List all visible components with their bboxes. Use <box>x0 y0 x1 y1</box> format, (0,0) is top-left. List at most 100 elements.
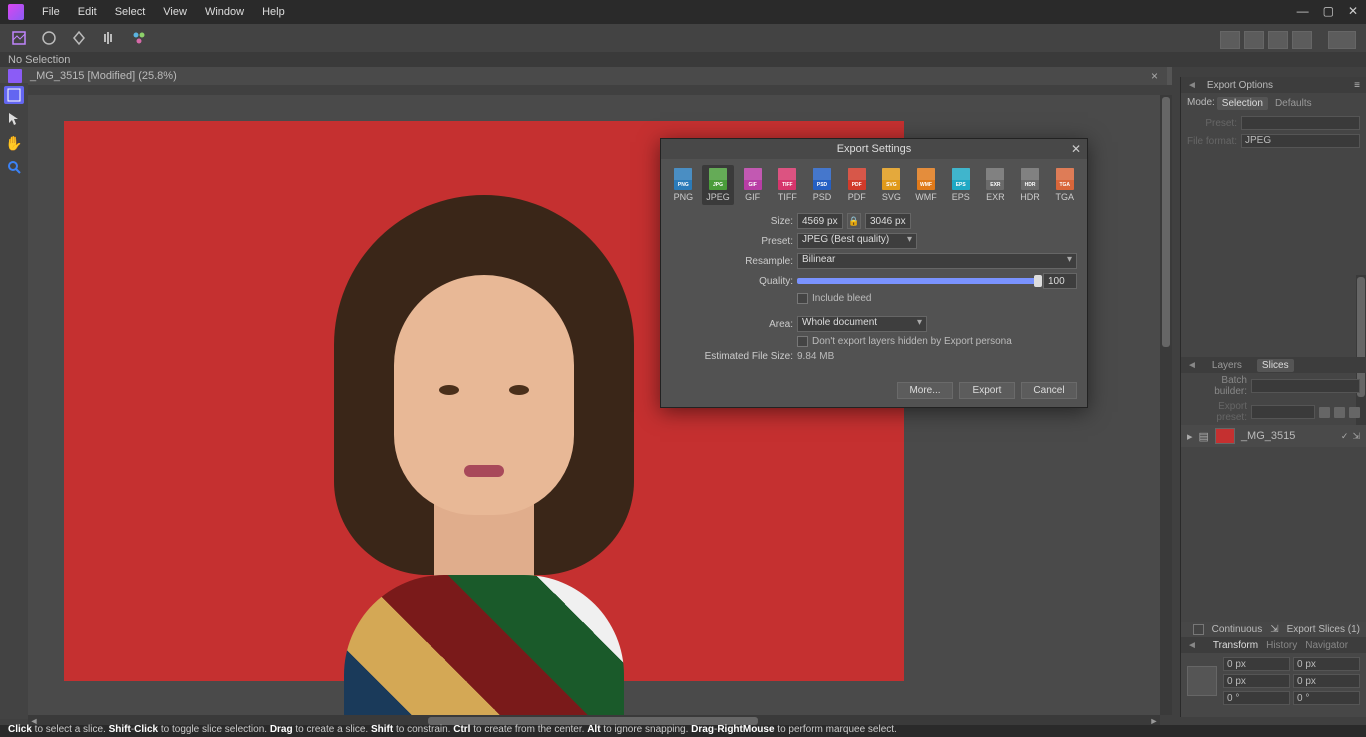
photo-persona-icon[interactable] <box>10 29 28 47</box>
preset-dropdown[interactable]: JPEG (Best quality) <box>797 233 917 249</box>
transform-y-input[interactable] <box>1293 657 1360 671</box>
format-pdf[interactable]: PDFPDF <box>840 165 873 205</box>
tone-map-persona-icon[interactable] <box>100 29 118 47</box>
export-one-icon[interactable]: ⇲ <box>1352 431 1360 442</box>
transform-s-input[interactable] <box>1293 691 1360 705</box>
transform-w-input[interactable] <box>1223 674 1290 688</box>
file-format-label: File format: <box>1187 136 1237 147</box>
export-button[interactable]: Export <box>959 382 1015 399</box>
chevron-left-icon[interactable]: ◄ <box>1187 80 1197 91</box>
format-hdr[interactable]: HDRHDR <box>1014 165 1047 205</box>
batch-builder-dropdown[interactable] <box>1251 379 1360 393</box>
right-panel: ◄ Export Options ≡ Mode: Selection Defau… <box>1180 77 1366 717</box>
menu-file[interactable]: File <box>42 6 60 18</box>
transform-r-input[interactable] <box>1223 691 1290 705</box>
zoom-tool-icon[interactable] <box>4 158 24 176</box>
slice-tool-icon[interactable] <box>4 86 24 104</box>
layers-tab[interactable]: Layers <box>1207 359 1247 372</box>
menu-window[interactable]: Window <box>205 6 244 18</box>
liquify-persona-icon[interactable] <box>40 29 58 47</box>
format-gif[interactable]: GIFGIF <box>736 165 769 205</box>
export-slices-icon: ⇲ <box>1270 624 1278 635</box>
preset-label: Preset: <box>671 236 793 247</box>
format-tiff-icon: TIFF <box>778 168 796 190</box>
slices-tab[interactable]: Slices <box>1257 359 1294 372</box>
format-svg[interactable]: SVGSVG <box>875 165 908 205</box>
slice-row[interactable]: ▸ ▤ _MG_3515 ✓ ⇲ <box>1181 425 1366 447</box>
format-jpeg[interactable]: JPGJPEG <box>702 165 735 205</box>
mode-tab-defaults[interactable]: Defaults <box>1270 97 1317 110</box>
move-tool-icon[interactable] <box>4 110 24 128</box>
export-persona-icon[interactable] <box>130 29 148 47</box>
copy-slice-icon[interactable] <box>1319 407 1330 418</box>
format-tiff[interactable]: TIFFTIFF <box>771 165 804 205</box>
lock-aspect-icon[interactable]: 🔒 <box>847 213 861 229</box>
size-width-input[interactable] <box>797 213 843 229</box>
menu-edit[interactable]: Edit <box>78 6 97 18</box>
chevron-left-icon[interactable]: ◄ <box>1187 360 1197 371</box>
mode-tab-selection[interactable]: Selection <box>1217 97 1268 110</box>
hand-tool-icon[interactable]: ✋ <box>4 134 24 152</box>
size-height-input[interactable] <box>865 213 911 229</box>
tick-icon[interactable]: ✓ <box>1341 431 1349 442</box>
format-wmf[interactable]: WMFWMF <box>910 165 943 205</box>
close-icon[interactable]: ✕ <box>1348 4 1358 18</box>
export-settings-dialog: Export Settings ✕ PNGPNGJPGJPEGGIFGIFTIF… <box>660 138 1088 408</box>
quality-value-input[interactable] <box>1043 273 1077 289</box>
area-dropdown[interactable]: Whole document <box>797 316 927 332</box>
preset-label: Preset: <box>1187 118 1237 129</box>
format-gif-icon: GIF <box>744 168 762 190</box>
expand-icon[interactable]: ▸ <box>1187 430 1193 443</box>
format-eps[interactable]: EPSEPS <box>944 165 977 205</box>
resample-dropdown[interactable]: Bilinear <box>797 253 1077 269</box>
cancel-button[interactable]: Cancel <box>1021 382 1077 399</box>
dialog-close-icon[interactable]: ✕ <box>1071 142 1081 156</box>
format-exr-icon: EXR <box>986 168 1004 190</box>
export-slices-button[interactable]: Export Slices (1) <box>1287 624 1360 635</box>
transform-h-input[interactable] <box>1293 674 1360 688</box>
continuous-label: Continuous <box>1212 624 1263 635</box>
format-label: SVG <box>882 192 901 202</box>
export-preset-dropdown[interactable] <box>1251 405 1315 419</box>
dont-export-hidden-checkbox[interactable] <box>797 336 808 347</box>
include-bleed-checkbox[interactable] <box>797 293 808 304</box>
quality-slider[interactable] <box>797 278 1039 284</box>
dialog-title: Export Settings <box>837 143 912 155</box>
export-options-header[interactable]: ◄ Export Options ≡ <box>1181 77 1366 93</box>
format-exr[interactable]: EXREXR <box>979 165 1012 205</box>
format-tga[interactable]: TGATGA <box>1048 165 1081 205</box>
vertical-scrollbar[interactable] <box>1160 95 1172 715</box>
maximize-icon[interactable]: ▢ <box>1323 4 1334 18</box>
delete-slice-icon[interactable] <box>1334 407 1345 418</box>
dialog-titlebar[interactable]: Export Settings ✕ <box>661 139 1087 159</box>
view-tile-icon[interactable] <box>1292 31 1312 49</box>
panel-menu-icon[interactable]: ≡ <box>1354 80 1360 91</box>
preset-dropdown[interactable] <box>1241 116 1360 130</box>
menu-help[interactable]: Help <box>262 6 285 18</box>
develop-persona-icon[interactable] <box>70 29 88 47</box>
est-filesize-label: Estimated File Size: <box>671 351 793 362</box>
anchor-selector[interactable] <box>1187 666 1217 696</box>
tab-history[interactable]: History <box>1266 640 1297 651</box>
format-psd[interactable]: PSDPSD <box>806 165 839 205</box>
slice-thumb <box>1215 428 1235 444</box>
export-slice-icon[interactable] <box>1349 407 1360 418</box>
menu-view[interactable]: View <box>163 6 187 18</box>
format-png[interactable]: PNGPNG <box>667 165 700 205</box>
view-2up-icon[interactable] <box>1244 31 1264 49</box>
tab-navigator[interactable]: Navigator <box>1305 640 1348 651</box>
tab-splitter-handle[interactable] <box>1167 67 1172 85</box>
transform-x-input[interactable] <box>1223 657 1290 671</box>
view-4up-icon[interactable] <box>1268 31 1288 49</box>
format-selector: PNGPNGJPGJPEGGIFGIFTIFFTIFFPSDPSDPDFPDFS… <box>661 159 1087 207</box>
document-tab[interactable]: _MG_3515 [Modified] (25.8%) × <box>0 67 1172 85</box>
view-dropdown[interactable] <box>1328 31 1356 49</box>
minimize-icon[interactable]: — <box>1297 4 1309 18</box>
close-tab-icon[interactable]: × <box>1151 69 1158 83</box>
view-single-icon[interactable] <box>1220 31 1240 49</box>
more-button[interactable]: More... <box>897 382 953 399</box>
menu-select[interactable]: Select <box>115 6 146 18</box>
file-format-dropdown[interactable]: JPEG <box>1241 134 1360 148</box>
continuous-checkbox[interactable] <box>1193 624 1204 635</box>
tab-transform[interactable]: Transform <box>1213 640 1258 651</box>
